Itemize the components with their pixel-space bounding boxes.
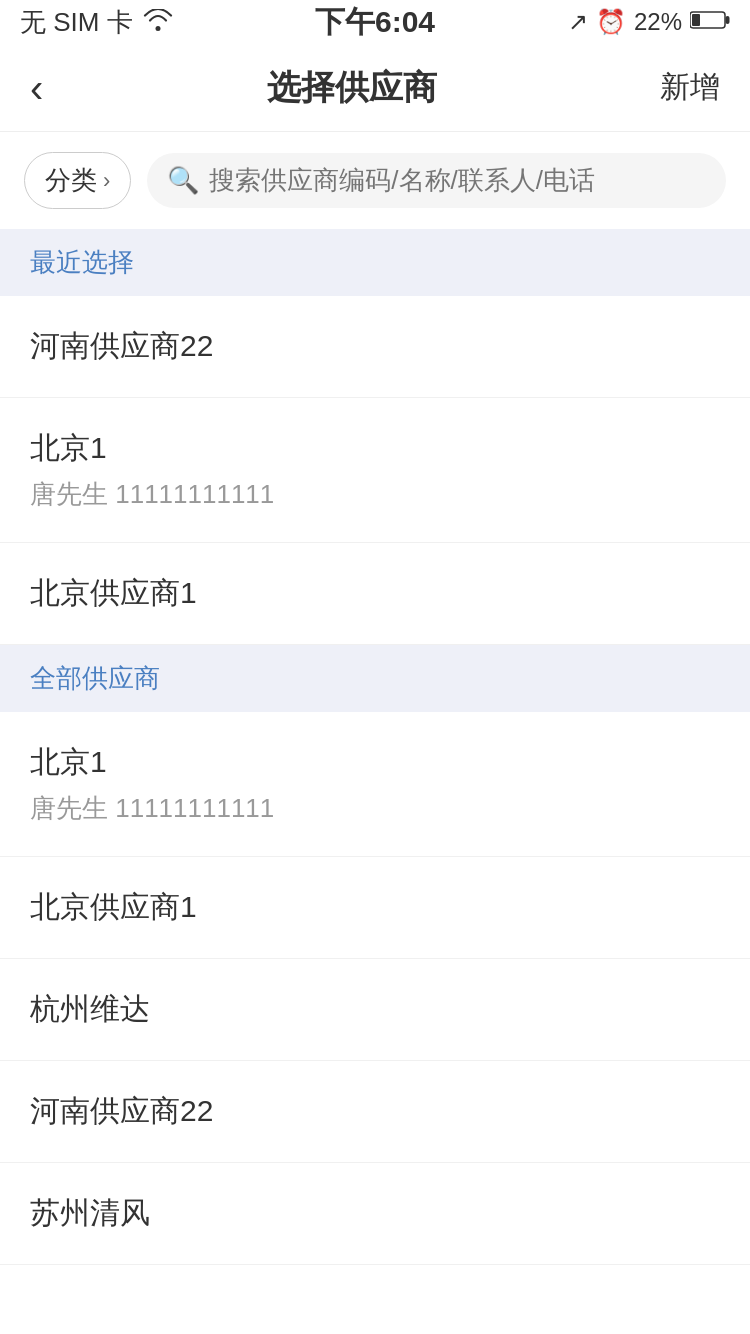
filter-bar: 分类 › 🔍 bbox=[0, 132, 750, 229]
item-name: 河南供应商22 bbox=[30, 326, 720, 367]
svg-rect-1 bbox=[726, 16, 730, 24]
battery-icon bbox=[690, 8, 730, 36]
status-bar: 无 SIM 卡 下午6:04 ↗ ⏰ 22% bbox=[0, 0, 750, 44]
wifi-icon bbox=[143, 7, 173, 38]
status-left: 无 SIM 卡 bbox=[20, 5, 173, 40]
recent-item-0[interactable]: 河南供应商22 bbox=[0, 296, 750, 398]
recent-section-label: 最近选择 bbox=[30, 247, 134, 277]
add-button[interactable]: 新增 bbox=[660, 67, 720, 108]
item-name: 苏州清风 bbox=[30, 1193, 720, 1234]
item-name: 河南供应商22 bbox=[30, 1091, 720, 1132]
item-name: 北京1 bbox=[30, 742, 720, 783]
recent-item-2[interactable]: 北京供应商1 bbox=[0, 543, 750, 645]
search-box[interactable]: 🔍 bbox=[147, 153, 726, 208]
item-name: 北京供应商1 bbox=[30, 573, 720, 614]
all-section-header: 全部供应商 bbox=[0, 645, 750, 712]
status-right: ↗ ⏰ 22% bbox=[568, 8, 730, 36]
all-item-1[interactable]: 北京供应商1 bbox=[0, 857, 750, 959]
status-time: 下午6:04 bbox=[315, 2, 435, 43]
back-button[interactable]: ‹ bbox=[30, 68, 43, 108]
page-title: 选择供应商 bbox=[267, 65, 437, 111]
category-label: 分类 bbox=[45, 163, 97, 198]
item-contact: 唐先生 11111111111 bbox=[30, 791, 720, 826]
recent-item-1[interactable]: 北京1 唐先生 11111111111 bbox=[0, 398, 750, 543]
svg-rect-2 bbox=[692, 14, 700, 26]
item-contact: 唐先生 11111111111 bbox=[30, 477, 720, 512]
item-name: 北京1 bbox=[30, 428, 720, 469]
category-button[interactable]: 分类 › bbox=[24, 152, 131, 209]
all-items-list: 北京1 唐先生 11111111111 北京供应商1 杭州维达 河南供应商22 … bbox=[0, 712, 750, 1265]
recent-items-list: 河南供应商22 北京1 唐先生 11111111111 北京供应商1 bbox=[0, 296, 750, 645]
all-item-0[interactable]: 北京1 唐先生 11111111111 bbox=[0, 712, 750, 857]
item-name: 北京供应商1 bbox=[30, 887, 720, 928]
all-section-label: 全部供应商 bbox=[30, 663, 160, 693]
search-input[interactable] bbox=[209, 165, 706, 196]
all-item-3[interactable]: 河南供应商22 bbox=[0, 1061, 750, 1163]
location-icon: ↗ bbox=[568, 8, 588, 36]
alarm-icon: ⏰ bbox=[596, 8, 626, 36]
all-item-2[interactable]: 杭州维达 bbox=[0, 959, 750, 1061]
search-icon: 🔍 bbox=[167, 165, 199, 196]
item-name: 杭州维达 bbox=[30, 989, 720, 1030]
recent-section-header: 最近选择 bbox=[0, 229, 750, 296]
battery-level: 22% bbox=[634, 8, 682, 36]
chevron-right-icon: › bbox=[103, 168, 110, 194]
nav-bar: ‹ 选择供应商 新增 bbox=[0, 44, 750, 132]
all-item-4[interactable]: 苏州清风 bbox=[0, 1163, 750, 1265]
sim-status: 无 SIM 卡 bbox=[20, 5, 133, 40]
